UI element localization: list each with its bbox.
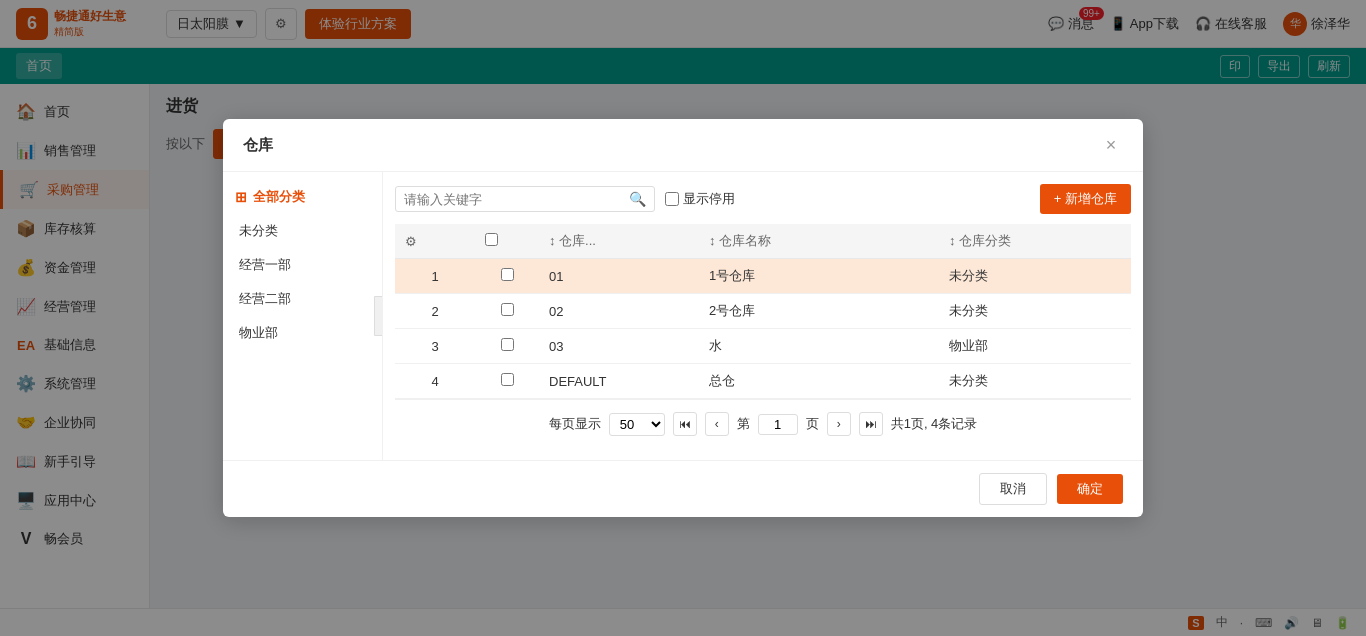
table-row[interactable]: 4 DEFAULT 总仓 未分类 [395,364,1131,399]
per-page-label: 每页显示 [549,415,601,433]
page-unit: 页 [806,415,819,433]
show-disabled-checkbox[interactable] [665,192,679,206]
modal-title: 仓库 [243,136,273,155]
row-category: 未分类 [939,259,1131,294]
col-header-category: ↕ 仓库分类 [939,224,1131,259]
row-category: 物业部 [939,329,1131,364]
row-name: 2号仓库 [699,294,939,329]
page-label: 第 [737,415,750,433]
search-box: 🔍 [395,186,655,212]
sort-icon: ↕ [549,233,556,248]
category-panel: ⊞ 全部分类 未分类 经营一部 经营二部 物业部 《 [223,172,383,460]
row-code: 01 [539,259,699,294]
total-info: 共1页, 4条记录 [891,415,978,433]
row-code: 03 [539,329,699,364]
row-name: 水 [699,329,939,364]
per-page-select[interactable]: 10 20 50 100 [609,413,665,436]
row-category: 未分类 [939,294,1131,329]
row-index: 1 [395,259,475,294]
cancel-btn[interactable]: 取消 [979,473,1047,505]
sort-name-icon: ↕ [709,233,716,248]
row-index: 4 [395,364,475,399]
cat-item-property[interactable]: 物业部 [223,316,382,350]
table-toolbar: 🔍 显示停用 + 新增仓库 [395,184,1131,214]
table-row[interactable]: 1 01 1号仓库 未分类 [395,259,1131,294]
prev-page-btn[interactable]: ‹ [705,412,729,436]
table-row[interactable]: 2 02 2号仓库 未分类 [395,294,1131,329]
table-scroll: ⚙ ↕ 仓库... ↕ 仓库名称 [395,224,1131,399]
sort-cat-icon: ↕ [949,233,956,248]
row-checkbox[interactable] [501,373,514,386]
row-index: 2 [395,294,475,329]
pagination: 每页显示 10 20 50 100 ⏮ ‹ 第 页 › ⏭ 共1页, 4条记录 [395,399,1131,448]
row-check [475,259,539,294]
col-header-name: ↕ 仓库名称 [699,224,939,259]
search-icon: 🔍 [629,191,646,207]
last-page-btn[interactable]: ⏭ [859,412,883,436]
row-name: 1号仓库 [699,259,939,294]
row-checkbox[interactable] [501,338,514,351]
cat-item-ops2[interactable]: 经营二部 [223,282,382,316]
modal-close-btn[interactable]: × [1099,133,1123,157]
select-all-checkbox[interactable] [485,233,498,246]
row-code: DEFAULT [539,364,699,399]
row-check [475,294,539,329]
col-header-check [475,224,539,259]
show-disabled-toggle: 显示停用 [665,190,735,208]
warehouse-modal: 仓库 × ⊞ 全部分类 未分类 经营一部 经营二部 物业部 《 [223,119,1143,517]
all-categories-btn[interactable]: ⊞ 全部分类 [223,180,382,214]
cat-item-unclassified[interactable]: 未分类 [223,214,382,248]
row-check [475,364,539,399]
cat-item-ops1[interactable]: 经营一部 [223,248,382,282]
add-warehouse-btn[interactable]: + 新增仓库 [1040,184,1131,214]
collapse-category-btn[interactable]: 《 [374,296,383,336]
gear-icon: ⚙ [405,234,417,249]
warehouse-table: ⚙ ↕ 仓库... ↕ 仓库名称 [395,224,1131,399]
confirm-btn[interactable]: 确定 [1057,474,1123,504]
modal-header: 仓库 × [223,119,1143,172]
modal-overlay[interactable]: 仓库 × ⊞ 全部分类 未分类 经营一部 经营二部 物业部 《 [0,0,1366,636]
row-index: 3 [395,329,475,364]
grid-icon: ⊞ [235,189,247,205]
col-header-gear: ⚙ [395,224,475,259]
table-panel: 🔍 显示停用 + 新增仓库 ⚙ [383,172,1143,460]
row-code: 02 [539,294,699,329]
row-checkbox[interactable] [501,268,514,281]
row-checkbox[interactable] [501,303,514,316]
modal-body: ⊞ 全部分类 未分类 经营一部 经营二部 物业部 《 🔍 [223,172,1143,460]
row-category: 未分类 [939,364,1131,399]
table-row[interactable]: 3 03 水 物业部 [395,329,1131,364]
page-number-input[interactable] [758,414,798,435]
search-input[interactable] [404,192,629,207]
first-page-btn[interactable]: ⏮ [673,412,697,436]
next-page-btn[interactable]: › [827,412,851,436]
col-header-code: ↕ 仓库... [539,224,699,259]
row-check [475,329,539,364]
modal-footer: 取消 确定 [223,460,1143,517]
row-name: 总仓 [699,364,939,399]
